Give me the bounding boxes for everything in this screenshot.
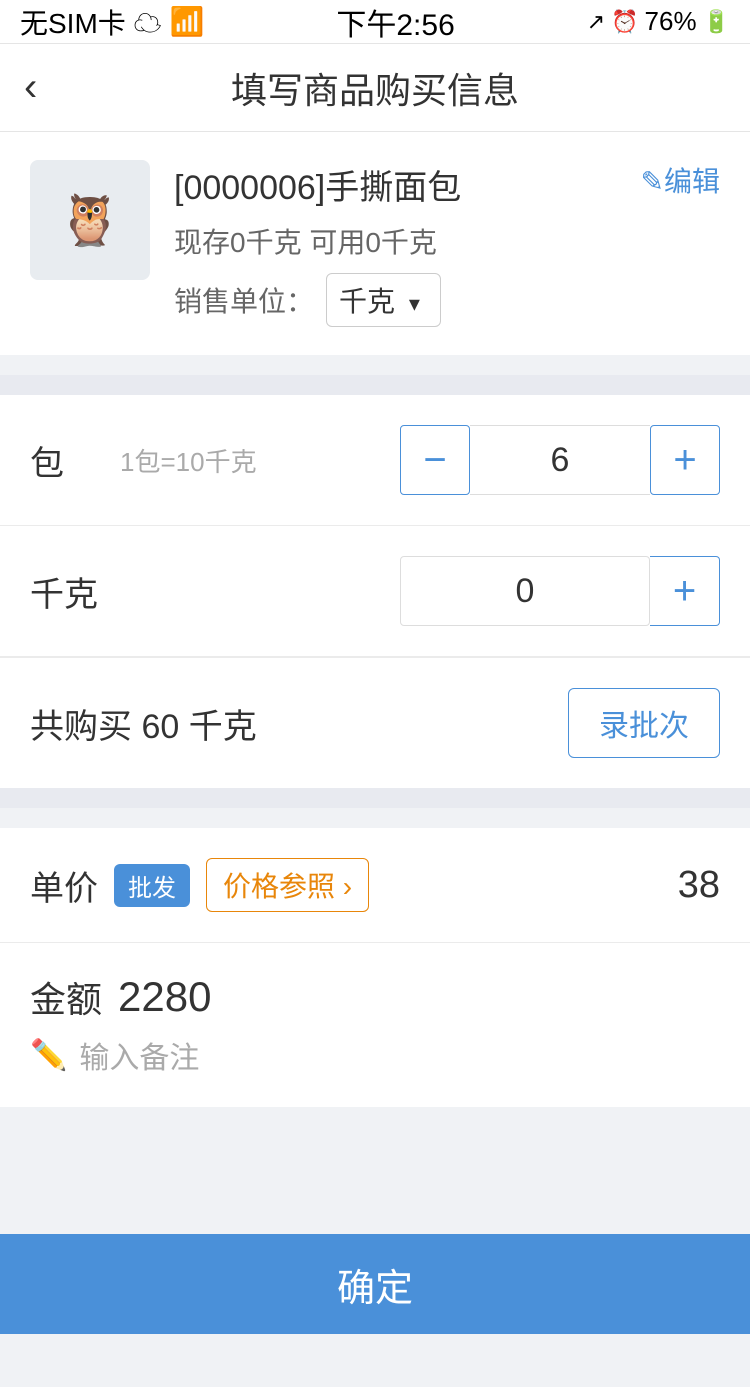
unit-value: 千克 — [339, 286, 395, 317]
input-section: 包 1包=10千克 − + 千克 + 共购买 60 千克 录批次 — [0, 395, 750, 788]
bag-hint: 1包=10千克 — [120, 442, 400, 479]
remark-input[interactable]: 输入备注 — [79, 1033, 199, 1077]
batch-button[interactable]: 录批次 — [568, 688, 720, 758]
owl-icon: 🦉 — [59, 191, 121, 250]
confirm-button[interactable]: 确定 — [0, 1234, 750, 1334]
bag-label: 包 — [30, 436, 110, 485]
separator-2 — [0, 788, 750, 808]
total-row: 共购买 60 千克 录批次 — [0, 657, 750, 788]
price-label: 单价 — [30, 861, 98, 910]
wifi-icon: 📶 — [170, 5, 205, 38]
location-icon: ↗ — [587, 9, 605, 35]
separator-1 — [0, 375, 750, 395]
battery-text: 76% — [645, 6, 697, 37]
product-info: [0000006]手撕面包 ✎编辑 现存0千克 可用0千克 销售单位： 千克 ▾ — [174, 160, 720, 327]
amount-row: 金额 2280 — [30, 943, 720, 1033]
sim-status: 无SIM卡 ☁ — [20, 2, 162, 42]
edit-button[interactable]: ✎编辑 — [641, 160, 720, 200]
bag-qty-control: − + — [400, 425, 720, 495]
page-title: 填写商品购买信息 — [231, 62, 519, 114]
kg-row: 千克 + — [0, 526, 750, 657]
status-right: ↗ ⏰ 76% 🔋 — [587, 6, 730, 37]
price-section: 单价 批发 价格参照 › 38 — [0, 828, 750, 942]
total-label: 共购买 60 千克 — [30, 699, 568, 748]
chevron-down-icon: ▾ — [409, 291, 420, 316]
bag-plus-button[interactable]: + — [650, 425, 720, 495]
kg-label: 千克 — [30, 567, 110, 616]
remark-row: ✏️ 输入备注 — [30, 1033, 720, 1107]
battery-icon: 🔋 — [703, 9, 730, 35]
alarm-icon: ⏰ — [611, 9, 638, 35]
status-time: 下午2:56 — [336, 0, 454, 44]
price-ref-button[interactable]: 价格参照 › — [206, 858, 369, 912]
batch-tag: 批发 — [114, 864, 190, 907]
price-value: 38 — [678, 864, 720, 907]
status-left: 无SIM卡 ☁ 📶 — [20, 2, 204, 42]
product-image: 🦉 — [30, 160, 150, 280]
bag-qty-input[interactable] — [470, 425, 650, 495]
back-button[interactable]: ‹ — [24, 65, 37, 110]
price-row: 单价 批发 价格参照 › 38 — [30, 858, 720, 912]
amount-section: 金额 2280 ✏️ 输入备注 — [0, 942, 750, 1107]
product-stock: 现存0千克 可用0千克 — [174, 221, 720, 261]
bag-minus-button[interactable]: − — [400, 425, 470, 495]
kg-qty-input[interactable] — [400, 556, 650, 626]
unit-select[interactable]: 千克 ▾ — [326, 273, 441, 327]
unit-label: 销售单位： — [174, 280, 314, 320]
pencil-icon: ✏️ — [30, 1038, 67, 1073]
status-bar: 无SIM卡 ☁ 📶 下午2:56 ↗ ⏰ 76% 🔋 — [0, 0, 750, 44]
bag-row: 包 1包=10千克 − + — [0, 395, 750, 526]
product-name: [0000006]手撕面包 — [174, 160, 461, 209]
kg-plus-button[interactable]: + — [650, 556, 720, 626]
header: ‹ 填写商品购买信息 — [0, 44, 750, 132]
amount-value: 2280 — [118, 973, 211, 1021]
amount-label: 金额 — [30, 971, 102, 1023]
product-card: 🦉 [0000006]手撕面包 ✎编辑 现存0千克 可用0千克 销售单位： 千克… — [0, 132, 750, 355]
